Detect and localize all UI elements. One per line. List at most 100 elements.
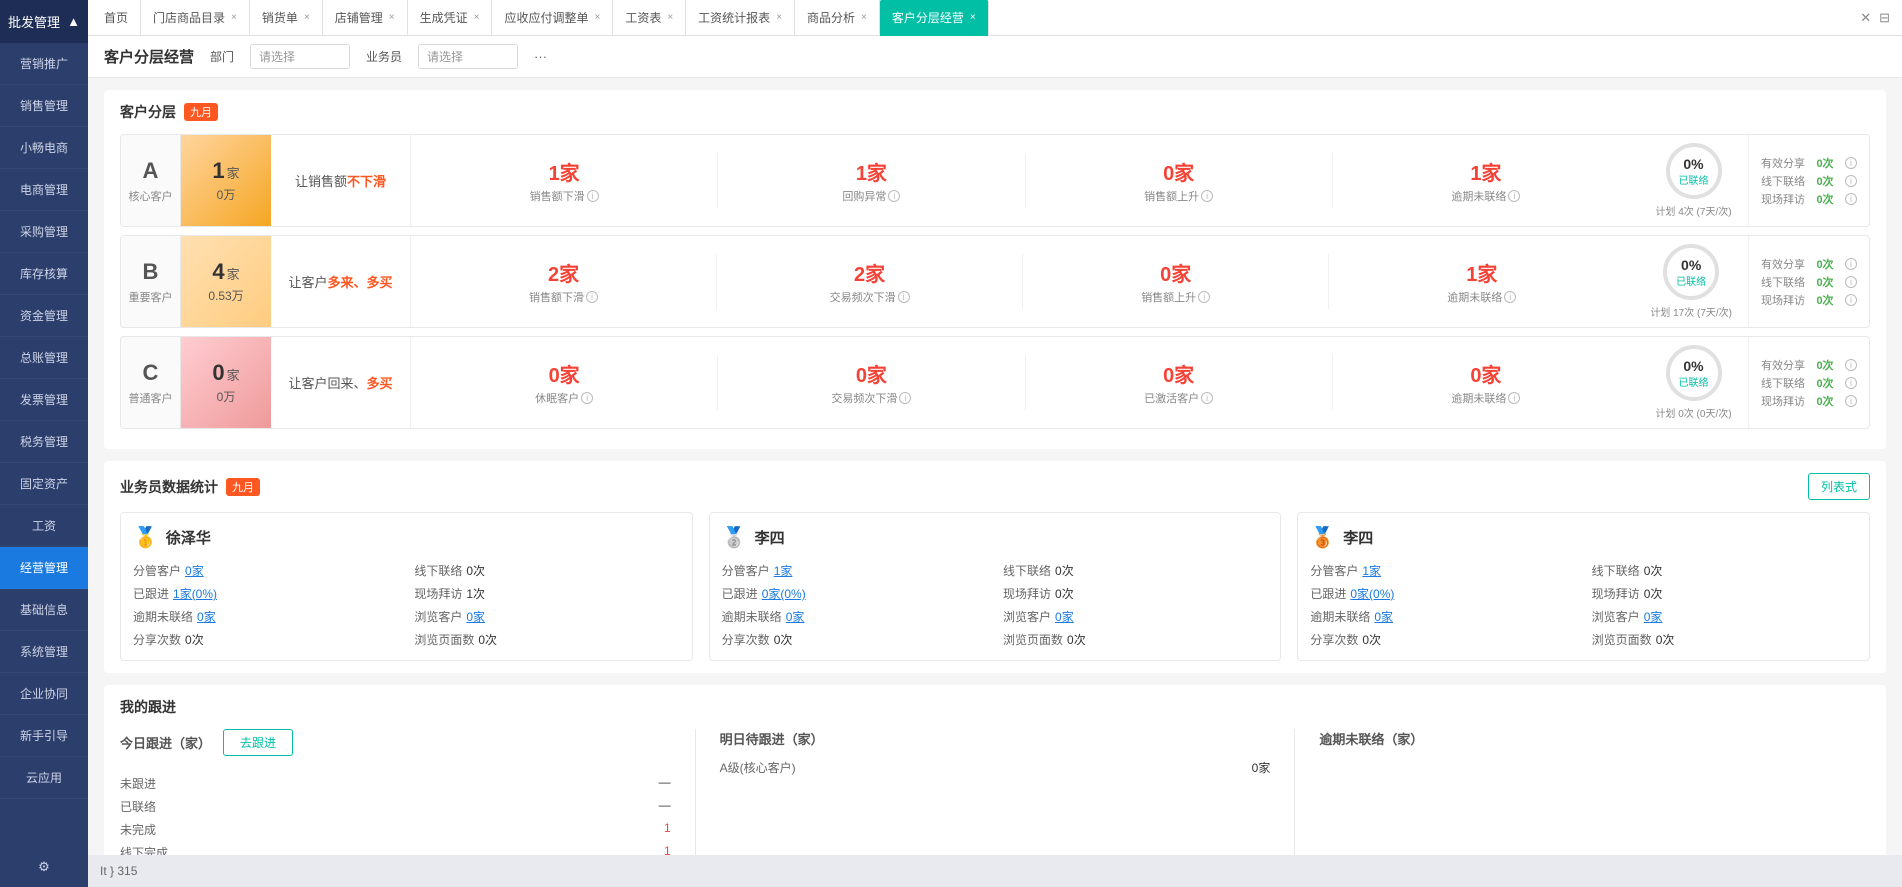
- tier-right-row: 线下联络0次i: [1761, 274, 1857, 290]
- info-icon[interactable]: i: [1504, 291, 1516, 303]
- tab-menu-icon[interactable]: ⊟: [1879, 10, 1890, 26]
- tab-应收应付调整单[interactable]: 应收应付调整单×: [492, 0, 613, 36]
- staff-stat-row: 分管客户0家: [133, 562, 398, 579]
- tab-close-icon[interactable]: ×: [389, 12, 395, 23]
- staff-stats-grid: 分管客户1家线下联络0次已跟进0家(0%)现场拜访0次逾期未联络0家浏览客户0家…: [1310, 562, 1857, 648]
- sidebar-item-企业协同[interactable]: 企业协同: [0, 673, 88, 715]
- tab-close-icon[interactable]: ×: [861, 12, 867, 23]
- staff-stat-value[interactable]: 0家: [1374, 608, 1393, 625]
- tier-stat-item[interactable]: 0家销售额上升 i: [1026, 153, 1333, 208]
- tab-close-icon[interactable]: ×: [776, 12, 782, 23]
- filter-more[interactable]: ···: [534, 49, 547, 64]
- info-icon[interactable]: i: [898, 291, 910, 303]
- dept-select[interactable]: 请选择: [250, 44, 350, 69]
- tab-首页[interactable]: 首页: [92, 0, 141, 36]
- staff-stat-value[interactable]: 0家: [1055, 608, 1074, 625]
- go-followup-button[interactable]: 去跟进: [223, 729, 293, 756]
- info-icon-right[interactable]: i: [1845, 359, 1857, 371]
- tab-店铺管理[interactable]: 店铺管理×: [323, 0, 408, 36]
- tab-close-icon[interactable]: ×: [970, 12, 976, 23]
- list-view-button[interactable]: 列表式: [1808, 473, 1870, 500]
- stat-label: 销售额下滑 i: [529, 289, 598, 305]
- tier-stat-item[interactable]: 0家交易频次下滑 i: [718, 355, 1025, 410]
- staff-stat-value[interactable]: 0家: [197, 608, 216, 625]
- tab-门店商品目录[interactable]: 门店商品目录×: [141, 0, 250, 36]
- sidebar-item-营销推广[interactable]: 营销推广: [0, 43, 88, 85]
- info-icon[interactable]: i: [899, 392, 911, 404]
- tier-stat-item[interactable]: 0家逾期未联络 i: [1333, 355, 1639, 410]
- info-icon-right[interactable]: i: [1845, 276, 1857, 288]
- tab-客户分层经营[interactable]: 客户分层经营×: [880, 0, 989, 36]
- sidebar-item-云应用[interactable]: 云应用: [0, 757, 88, 799]
- sidebar-header[interactable]: 批发管理 ▲: [0, 0, 88, 43]
- staff-stat-value[interactable]: 0家: [466, 608, 485, 625]
- sidebar-item-经营管理[interactable]: 经营管理: [0, 547, 88, 589]
- sidebar-settings[interactable]: ⚙: [0, 847, 88, 887]
- sidebar-item-基础信息[interactable]: 基础信息: [0, 589, 88, 631]
- info-icon-right[interactable]: i: [1845, 294, 1857, 306]
- sidebar-item-总账管理[interactable]: 总账管理: [0, 337, 88, 379]
- info-icon-right[interactable]: i: [1845, 175, 1857, 187]
- sidebar-item-固定资产[interactable]: 固定资产: [0, 463, 88, 505]
- info-icon-right[interactable]: i: [1845, 395, 1857, 407]
- info-icon[interactable]: i: [1508, 392, 1520, 404]
- tab-close-icon[interactable]: ×: [594, 12, 600, 23]
- sidebar-item-库存核算[interactable]: 库存核算: [0, 253, 88, 295]
- tab-close-all-icon[interactable]: ✕: [1860, 10, 1871, 26]
- staff-stat-value[interactable]: 0家(0%): [1350, 585, 1394, 602]
- info-icon[interactable]: i: [1198, 291, 1210, 303]
- sidebar-item-工资[interactable]: 工资: [0, 505, 88, 547]
- tier-stat-item[interactable]: 0家销售额上升 i: [1023, 254, 1329, 309]
- tier-stat-item[interactable]: 1家销售额下滑 i: [411, 153, 718, 208]
- sidebar-item-税务管理[interactable]: 税务管理: [0, 421, 88, 463]
- tier-stat-item[interactable]: 0家已激活客户 i: [1026, 355, 1333, 410]
- info-icon[interactable]: i: [587, 190, 599, 202]
- stat-label: 逾期未联络 i: [1447, 289, 1516, 305]
- info-icon[interactable]: i: [888, 190, 900, 202]
- sidebar-item-小畅电商[interactable]: 小畅电商: [0, 127, 88, 169]
- tab-close-icon[interactable]: ×: [667, 12, 673, 23]
- tab-销货单[interactable]: 销货单×: [250, 0, 323, 36]
- staff-stat-value[interactable]: 0家(0%): [762, 585, 806, 602]
- staff-stat-value[interactable]: 0家: [185, 562, 204, 579]
- staff-stat-value[interactable]: 1家(0%): [173, 585, 217, 602]
- tier-desc-col-A: 让销售额不下滑: [271, 135, 411, 226]
- info-icon[interactable]: i: [581, 392, 593, 404]
- sidebar-item-销售管理[interactable]: 销售管理: [0, 85, 88, 127]
- tier-stat-item[interactable]: 2家交易频次下滑 i: [717, 254, 1023, 309]
- sidebar-toggle-icon[interactable]: ▲: [67, 14, 80, 29]
- info-icon-right[interactable]: i: [1845, 193, 1857, 205]
- staff-stat-value[interactable]: 0家: [786, 608, 805, 625]
- tab-商品分析[interactable]: 商品分析×: [795, 0, 880, 36]
- sales-select[interactable]: 请选择: [418, 44, 518, 69]
- info-icon-right[interactable]: i: [1845, 258, 1857, 270]
- info-icon[interactable]: i: [1508, 190, 1520, 202]
- followup-divider-2: [1294, 729, 1295, 855]
- info-icon[interactable]: i: [586, 291, 598, 303]
- sidebar-item-采购管理[interactable]: 采购管理: [0, 211, 88, 253]
- tab-close-icon[interactable]: ×: [304, 12, 310, 23]
- info-icon-right[interactable]: i: [1845, 377, 1857, 389]
- sidebar-item-发票管理[interactable]: 发票管理: [0, 379, 88, 421]
- info-icon[interactable]: i: [1201, 392, 1213, 404]
- info-icon[interactable]: i: [1201, 190, 1213, 202]
- staff-stat-value[interactable]: 1家: [1362, 562, 1381, 579]
- tier-stat-item[interactable]: 2家销售额下滑 i: [411, 254, 717, 309]
- sidebar-item-系统管理[interactable]: 系统管理: [0, 631, 88, 673]
- sidebar-item-新手引导[interactable]: 新手引导: [0, 715, 88, 757]
- sidebar: 批发管理 ▲ 营销推广销售管理小畅电商电商管理采购管理库存核算资金管理总账管理发…: [0, 0, 88, 887]
- tier-stat-item[interactable]: 0家休眠客户 i: [411, 355, 718, 410]
- staff-stat-value[interactable]: 1家: [774, 562, 793, 579]
- tier-stat-item[interactable]: 1家逾期未联络 i: [1333, 153, 1639, 208]
- sidebar-item-资金管理[interactable]: 资金管理: [0, 295, 88, 337]
- staff-stat-value[interactable]: 0家: [1644, 608, 1663, 625]
- sidebar-item-电商管理[interactable]: 电商管理: [0, 169, 88, 211]
- tier-stat-item[interactable]: 1家逾期未联络 i: [1329, 254, 1634, 309]
- tab-close-icon[interactable]: ×: [474, 12, 480, 23]
- tab-生成凭证[interactable]: 生成凭证×: [408, 0, 493, 36]
- tab-close-icon[interactable]: ×: [231, 12, 237, 23]
- tab-工资统计报表[interactable]: 工资统计报表×: [686, 0, 795, 36]
- tab-工资表[interactable]: 工资表×: [613, 0, 686, 36]
- info-icon-right[interactable]: i: [1845, 157, 1857, 169]
- tier-stat-item[interactable]: 1家回购异常 i: [718, 153, 1025, 208]
